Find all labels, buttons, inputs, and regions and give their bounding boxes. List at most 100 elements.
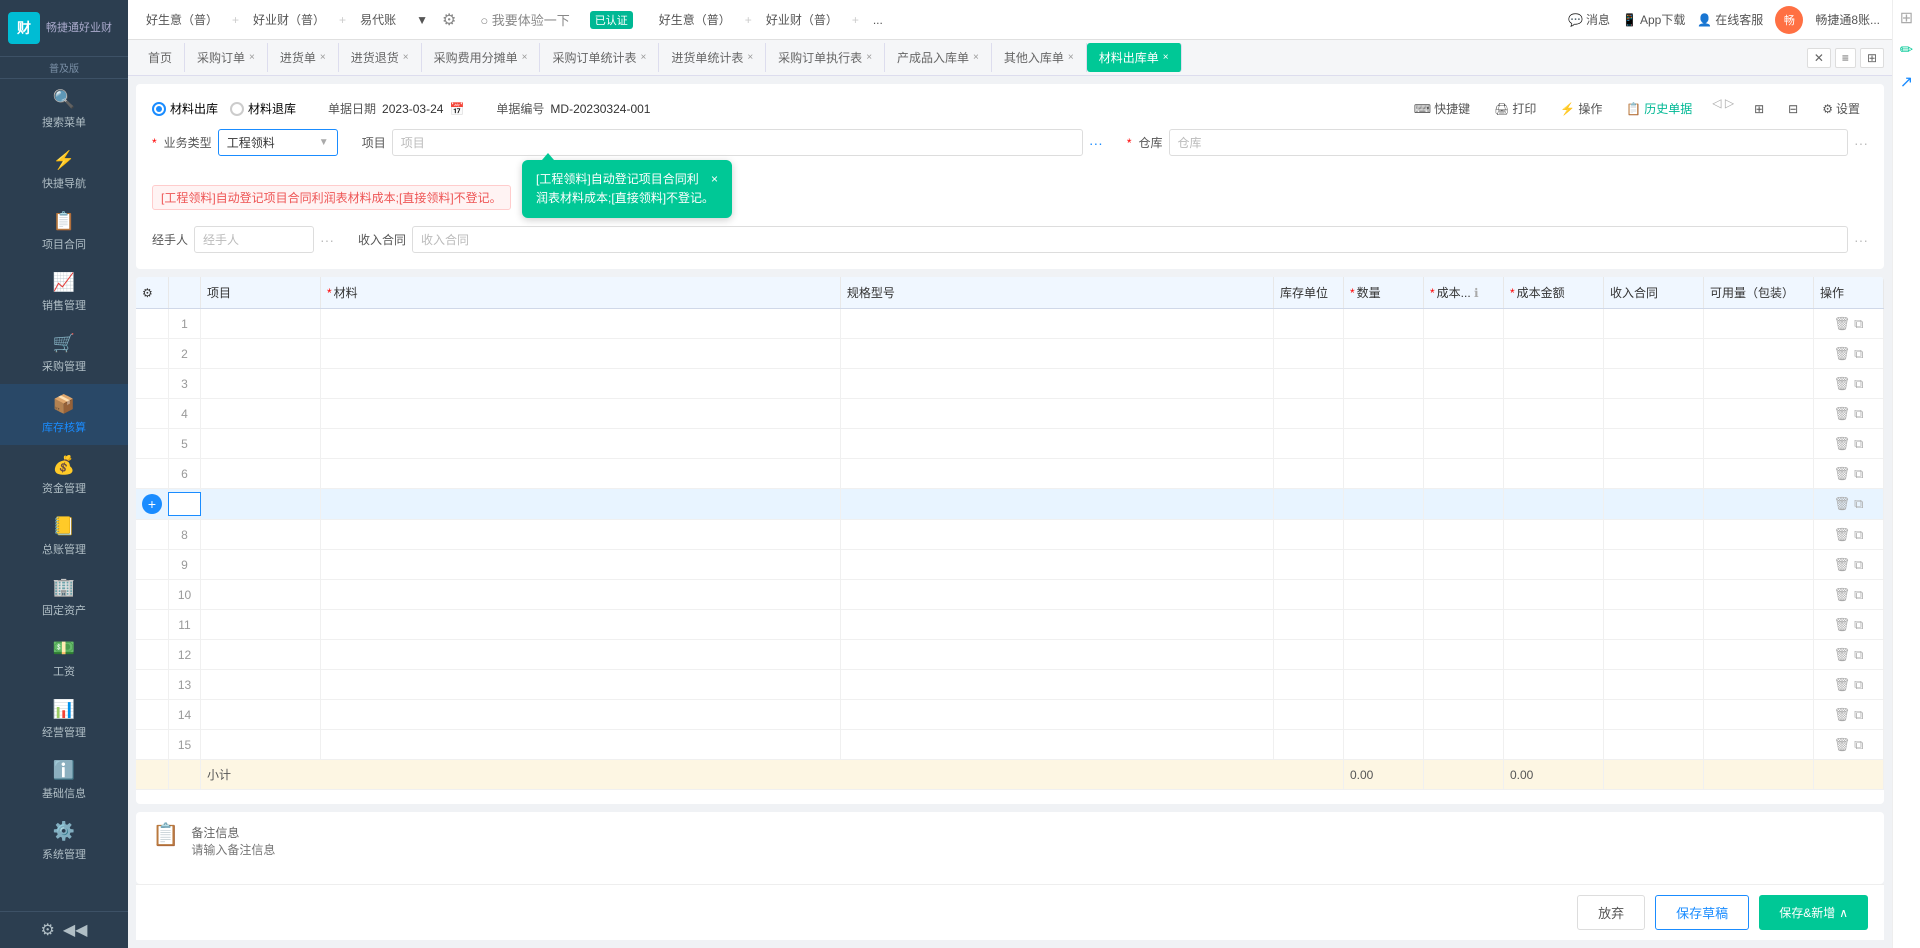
row-unit-cell[interactable] bbox=[1274, 339, 1344, 369]
layout-grid-btn[interactable]: ⊞ bbox=[1746, 96, 1772, 121]
tab-purchase-expense[interactable]: 采购费用分摊单 × bbox=[422, 43, 541, 72]
row-material-cell[interactable] bbox=[321, 610, 841, 640]
copy-icon[interactable]: ⧉ bbox=[1854, 527, 1863, 543]
tab-inbound[interactable]: 进货单 × bbox=[268, 43, 339, 72]
row-qty-cell[interactable] bbox=[1344, 369, 1424, 399]
row-project-cell[interactable] bbox=[201, 520, 321, 550]
row-material-cell[interactable] bbox=[321, 730, 841, 760]
row-cost-cell[interactable] bbox=[1424, 339, 1504, 369]
save-new-btn[interactable]: 保存&新增 ∧ bbox=[1759, 895, 1868, 930]
row-cost-cell[interactable] bbox=[1424, 520, 1504, 550]
row-contract-cell[interactable] bbox=[1604, 730, 1704, 760]
right-panel-icon1[interactable]: ⊞ bbox=[1900, 8, 1913, 28]
table-scroll[interactable]: ⚙ 项目 *材料 规格型号 库存单位 *数量 *成本... ℹ *成本金额 bbox=[136, 277, 1884, 804]
copy-icon[interactable]: ⧉ bbox=[1854, 617, 1863, 633]
row-unit-cell[interactable] bbox=[1274, 700, 1344, 730]
row-project-cell[interactable] bbox=[201, 459, 321, 489]
row-spec-cell[interactable] bbox=[840, 339, 1273, 369]
row-material-cell[interactable] bbox=[321, 309, 841, 339]
row-cost-cell[interactable] bbox=[1424, 429, 1504, 459]
row-unit-cell[interactable] bbox=[1274, 730, 1344, 760]
copy-icon[interactable]: ⧉ bbox=[1854, 436, 1863, 452]
row-unit-cell[interactable] bbox=[1274, 520, 1344, 550]
row-usable-cell[interactable] bbox=[1704, 520, 1814, 550]
collapse-icon[interactable]: ◀◀ bbox=[63, 920, 88, 940]
row-material-cell-active[interactable] bbox=[321, 489, 841, 520]
row-costamt-cell[interactable] bbox=[1504, 730, 1604, 760]
sidebar-item-purchase[interactable]: 🛒 采购管理 bbox=[0, 323, 128, 384]
topbar-app-download[interactable]: 📱 App下载 bbox=[1622, 11, 1685, 28]
row-costamt-cell[interactable] bbox=[1504, 309, 1604, 339]
topbar-more-btn[interactable]: ▼ bbox=[410, 9, 434, 31]
delete-icon[interactable]: 🗑 bbox=[1834, 496, 1851, 512]
tab-material-out[interactable]: 材料出库单 × bbox=[1087, 43, 1182, 72]
row-project-cell[interactable] bbox=[201, 580, 321, 610]
add-row-btn[interactable]: + bbox=[142, 494, 162, 514]
row-cost-cell[interactable] bbox=[1424, 369, 1504, 399]
row-costamt-cell[interactable] bbox=[1504, 399, 1604, 429]
row-qty-cell[interactable] bbox=[1344, 700, 1424, 730]
tab-purchase-exec-close[interactable]: × bbox=[866, 52, 872, 63]
row-spec-cell[interactable] bbox=[840, 610, 1273, 640]
row-usable-cell[interactable] bbox=[1704, 550, 1814, 580]
row-spec-cell[interactable] bbox=[840, 369, 1273, 399]
row-qty-cell[interactable] bbox=[1344, 610, 1424, 640]
row-material-cell[interactable] bbox=[321, 459, 841, 489]
close-all-btn[interactable]: ✕ bbox=[1807, 48, 1831, 68]
topbar-online-service[interactable]: 👤 在线客服 bbox=[1697, 11, 1763, 28]
notes-input[interactable] bbox=[191, 841, 346, 871]
row-contract-cell[interactable] bbox=[1604, 520, 1704, 550]
project-dots-btn[interactable]: ··· bbox=[1089, 135, 1103, 151]
sidebar-item-sales[interactable]: 📈 销售管理 bbox=[0, 262, 128, 323]
row-costamt-cell[interactable] bbox=[1504, 700, 1604, 730]
row-contract-cell[interactable] bbox=[1604, 670, 1704, 700]
tab-inbound-stat[interactable]: 进货单统计表 × bbox=[659, 43, 766, 72]
row-project-cell[interactable] bbox=[201, 550, 321, 580]
row-costamt-cell[interactable] bbox=[1504, 369, 1604, 399]
row-material-cell[interactable] bbox=[321, 580, 841, 610]
copy-icon[interactable]: ⧉ bbox=[1854, 707, 1863, 723]
tab-purchase-order[interactable]: 采购订单 × bbox=[185, 43, 268, 72]
print-btn[interactable]: 🖨 打印 bbox=[1486, 96, 1544, 121]
row-material-cell[interactable] bbox=[321, 520, 841, 550]
row-project-cell[interactable] bbox=[201, 399, 321, 429]
sidebar-item-quick-nav[interactable]: ⚡ 快捷导航 bbox=[0, 140, 128, 201]
row-project-cell[interactable] bbox=[201, 339, 321, 369]
row-usable-cell[interactable] bbox=[1704, 339, 1814, 369]
row-unit-cell[interactable] bbox=[1274, 369, 1344, 399]
row-project-cell[interactable] bbox=[201, 429, 321, 459]
row-active-input1[interactable] bbox=[169, 489, 201, 520]
row-spec-cell[interactable] bbox=[840, 520, 1273, 550]
row-contract-cell[interactable] bbox=[1604, 640, 1704, 670]
row-unit-cell-active[interactable] bbox=[1274, 489, 1344, 520]
row-costamt-cell[interactable] bbox=[1504, 550, 1604, 580]
row-contract-cell[interactable] bbox=[1604, 339, 1704, 369]
row-costamt-cell[interactable] bbox=[1504, 520, 1604, 550]
topbar-settings-icon[interactable]: ⚙ bbox=[442, 10, 456, 30]
row-qty-cell[interactable] bbox=[1344, 459, 1424, 489]
delete-icon[interactable]: 🗑 bbox=[1834, 707, 1851, 723]
row-usable-cell[interactable] bbox=[1704, 369, 1814, 399]
tab-inbound-return[interactable]: 进货退货 × bbox=[339, 43, 422, 72]
copy-icon[interactable]: ⧉ bbox=[1854, 316, 1863, 332]
copy-icon[interactable]: ⧉ bbox=[1854, 496, 1863, 512]
sidebar-item-basic-info[interactable]: ℹ️ 基础信息 bbox=[0, 750, 128, 811]
tab-inbound-stat-close[interactable]: × bbox=[747, 52, 753, 63]
row-unit-cell[interactable] bbox=[1274, 580, 1344, 610]
delete-icon[interactable]: 🗑 bbox=[1834, 557, 1851, 573]
handler-dots-btn[interactable]: ··· bbox=[320, 232, 334, 248]
row-qty-cell[interactable] bbox=[1344, 670, 1424, 700]
row-spec-cell[interactable] bbox=[840, 309, 1273, 339]
row-material-cell[interactable] bbox=[321, 429, 841, 459]
copy-icon[interactable]: ⧉ bbox=[1854, 376, 1863, 392]
warehouse-select[interactable]: 仓库 bbox=[1169, 129, 1848, 156]
row-material-cell[interactable] bbox=[321, 670, 841, 700]
radio-material-out[interactable]: 材料出库 bbox=[152, 100, 218, 117]
row-usable-cell-active[interactable] bbox=[1704, 489, 1814, 520]
row-usable-cell[interactable] bbox=[1704, 399, 1814, 429]
sidebar-item-project[interactable]: 📋 项目合同 bbox=[0, 201, 128, 262]
row-material-cell[interactable] bbox=[321, 640, 841, 670]
topbar-good-biz2[interactable]: 好生意（普） bbox=[653, 7, 737, 32]
delete-icon[interactable]: 🗑 bbox=[1834, 527, 1851, 543]
row-usable-cell[interactable] bbox=[1704, 580, 1814, 610]
